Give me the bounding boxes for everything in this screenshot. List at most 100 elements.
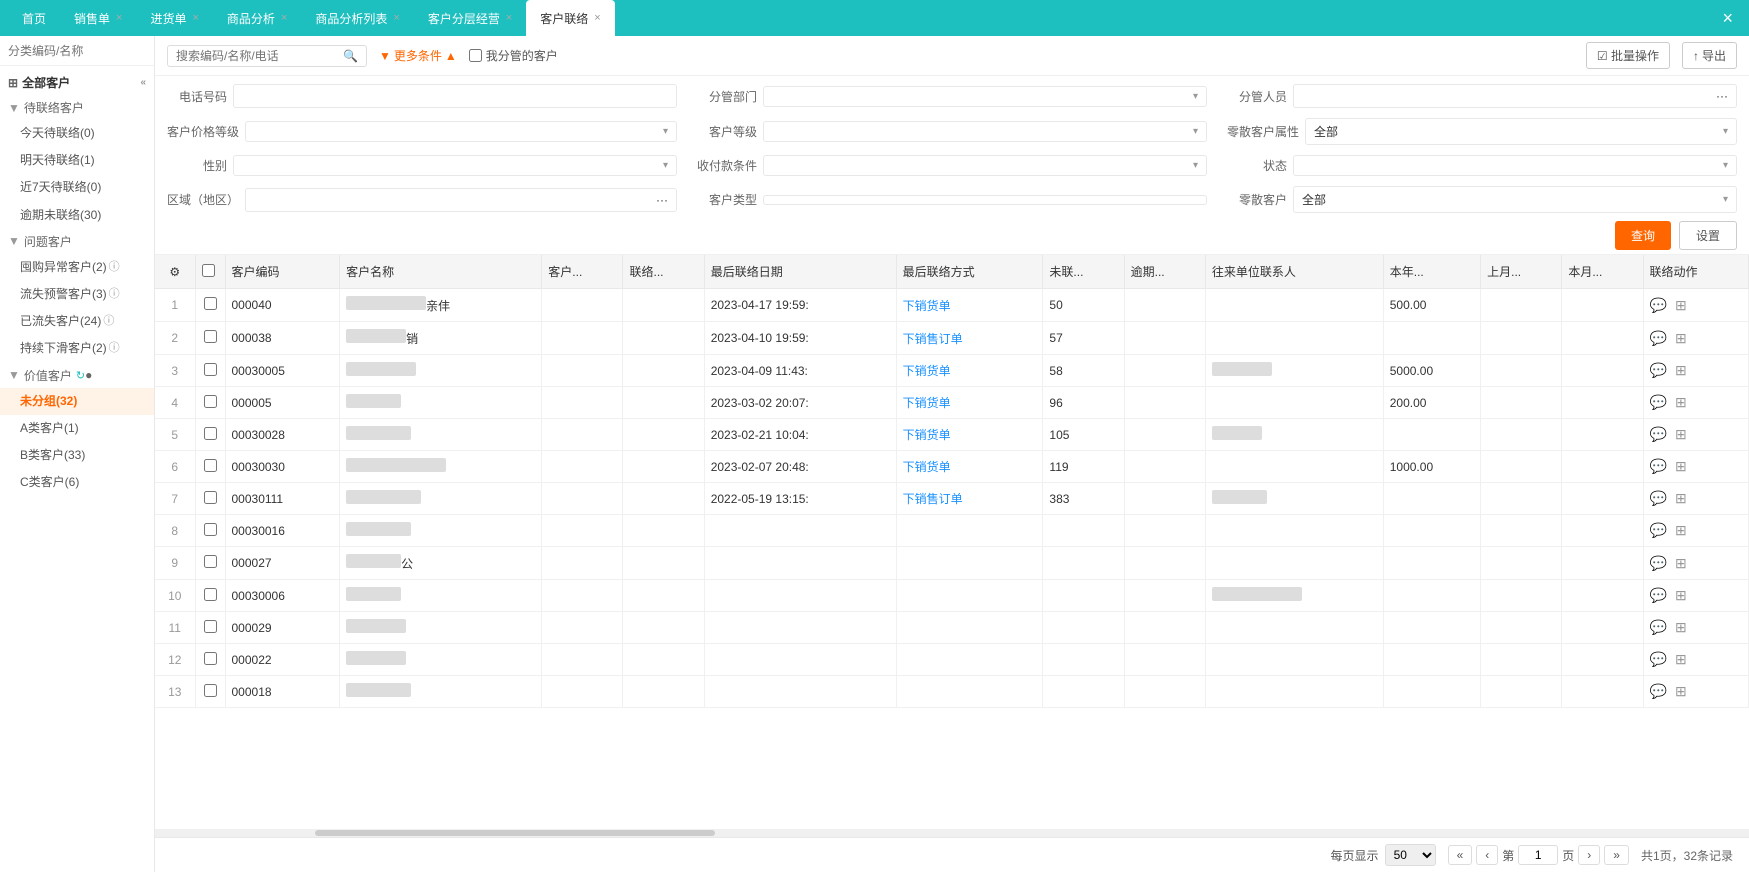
prev-page-button[interactable]: ‹ bbox=[1476, 845, 1498, 865]
chat-icon[interactable]: 💬 bbox=[1650, 683, 1667, 700]
nav-tab-purchase[interactable]: 进货单 × bbox=[136, 0, 212, 36]
sidebar-item-7day-pending[interactable]: 近7天待联络(0) bbox=[0, 174, 154, 201]
grid-action-icon[interactable]: ⊞ bbox=[1675, 458, 1687, 475]
sidebar-item-declining[interactable]: 持续下滑客户(2) ⓘ bbox=[0, 335, 154, 362]
grid-action-icon[interactable]: ⊞ bbox=[1675, 297, 1687, 314]
row-last-method[interactable]: 下销售订单 bbox=[896, 322, 1043, 355]
row-checkbox[interactable] bbox=[195, 419, 225, 451]
nav-tab-customer-segment[interactable]: 客户分层经营 × bbox=[414, 0, 526, 36]
region-select[interactable]: ··· bbox=[245, 188, 677, 212]
row-checkbox[interactable] bbox=[195, 355, 225, 387]
grid-action-icon[interactable]: ⊞ bbox=[1675, 426, 1687, 443]
chat-icon[interactable]: 💬 bbox=[1650, 330, 1667, 347]
sidebar-item-overdue[interactable]: 逾期未联络(30) bbox=[0, 202, 154, 229]
row-checkbox[interactable] bbox=[195, 387, 225, 419]
my-customer-checkbox[interactable] bbox=[469, 49, 482, 62]
select-all-checkbox[interactable] bbox=[202, 264, 215, 277]
sidebar-item-class-b[interactable]: B类客户(33) bbox=[0, 442, 154, 469]
nav-tab-product-list[interactable]: 商品分析列表 × bbox=[301, 0, 413, 36]
gender-select[interactable]: ▾ bbox=[233, 155, 677, 176]
nav-tab-home[interactable]: 首页 bbox=[8, 0, 60, 36]
chat-icon[interactable]: 💬 bbox=[1650, 426, 1667, 443]
sidebar-group-problem[interactable]: ▼ 问题客户 bbox=[0, 229, 154, 254]
row-last-method[interactable]: 下销售订单 bbox=[896, 483, 1043, 515]
chat-icon[interactable]: 💬 bbox=[1650, 587, 1667, 604]
sidebar-item-churned[interactable]: 已流失客户(24) ⓘ bbox=[0, 308, 154, 335]
close-product-analysis-tab[interactable]: × bbox=[281, 12, 287, 24]
row-last-method[interactable]: 下销货单 bbox=[896, 355, 1043, 387]
last-page-button[interactable]: » bbox=[1604, 845, 1629, 865]
batch-ops-button[interactable]: ☑ 批量操作 bbox=[1586, 42, 1670, 69]
phone-filter-input[interactable] bbox=[233, 84, 677, 108]
chat-icon[interactable]: 💬 bbox=[1650, 619, 1667, 636]
filter-more-button[interactable]: ▼ 更多条件 ▲ bbox=[379, 47, 457, 64]
settings-icon[interactable]: ⚙ bbox=[169, 265, 180, 279]
collapse-sidebar-button[interactable]: « bbox=[140, 77, 146, 88]
retail-customer-select[interactable]: 全部 ▾ bbox=[1293, 186, 1737, 213]
declining-info-icon[interactable]: ⓘ bbox=[109, 340, 120, 358]
churn-warning-info-icon[interactable]: ⓘ bbox=[109, 286, 120, 304]
churned-info-icon[interactable]: ⓘ bbox=[103, 313, 114, 331]
all-customers-header[interactable]: ⊞ 全部客户 « bbox=[0, 66, 154, 95]
nav-tab-sales[interactable]: 销售单 × bbox=[60, 0, 136, 36]
row-last-method[interactable]: 下销货单 bbox=[896, 289, 1043, 322]
sidebar-group-value[interactable]: ▼ 价值客户 ↻ ● bbox=[0, 363, 154, 388]
grid-action-icon[interactable]: ⊞ bbox=[1675, 587, 1687, 604]
export-button[interactable]: ↑ 导出 bbox=[1682, 42, 1737, 69]
col-settings[interactable]: ⚙ bbox=[155, 255, 195, 289]
row-checkbox[interactable] bbox=[195, 547, 225, 580]
grid-action-icon[interactable]: ⊞ bbox=[1675, 651, 1687, 668]
row-checkbox[interactable] bbox=[195, 322, 225, 355]
horizontal-scrollbar[interactable] bbox=[155, 829, 1749, 837]
nav-tab-product-analysis[interactable]: 商品分析 × bbox=[213, 0, 301, 36]
row-last-method[interactable]: 下销货单 bbox=[896, 451, 1043, 483]
grid-action-icon[interactable]: ⊞ bbox=[1675, 555, 1687, 572]
page-size-selector[interactable]: 每页显示 50 20 100 bbox=[1331, 844, 1436, 866]
close-purchase-tab[interactable]: × bbox=[192, 12, 198, 24]
sidebar-item-hoarding[interactable]: 囤购异常客户(2) ⓘ bbox=[0, 254, 154, 281]
filter-search-input[interactable] bbox=[176, 49, 343, 63]
price-level-select[interactable]: ▾ bbox=[245, 121, 677, 142]
grid-action-icon[interactable]: ⊞ bbox=[1675, 683, 1687, 700]
chat-icon[interactable]: 💬 bbox=[1650, 394, 1667, 411]
dept-filter-select[interactable]: ▾ bbox=[763, 86, 1207, 107]
grid-action-icon[interactable]: ⊞ bbox=[1675, 522, 1687, 539]
close-customer-segment-tab[interactable]: × bbox=[506, 12, 512, 24]
row-last-method[interactable]: 下销货单 bbox=[896, 387, 1043, 419]
close-product-list-tab[interactable]: × bbox=[393, 12, 399, 24]
hoarding-info-icon[interactable]: ⓘ bbox=[109, 259, 120, 277]
sidebar-item-today-pending[interactable]: 今天待联络(0) bbox=[0, 120, 154, 147]
chat-icon[interactable]: 💬 bbox=[1650, 490, 1667, 507]
grid-action-icon[interactable]: ⊞ bbox=[1675, 362, 1687, 379]
payment-select[interactable]: ▾ bbox=[763, 155, 1207, 176]
chat-icon[interactable]: 💬 bbox=[1650, 555, 1667, 572]
sidebar-item-tomorrow-pending[interactable]: 明天待联络(1) bbox=[0, 147, 154, 174]
window-close-button[interactable]: × bbox=[1714, 8, 1741, 29]
col-checkbox[interactable] bbox=[195, 255, 225, 289]
customer-level-select[interactable]: ▾ bbox=[763, 121, 1207, 142]
filter-search-box[interactable]: 🔍 bbox=[167, 45, 367, 67]
reset-button[interactable]: 设置 bbox=[1679, 221, 1737, 250]
page-number-input[interactable] bbox=[1518, 845, 1558, 865]
page-size-select[interactable]: 50 20 100 bbox=[1385, 844, 1436, 866]
scrollbar-thumb[interactable] bbox=[315, 830, 715, 836]
row-last-method[interactable]: 下销货单 bbox=[896, 419, 1043, 451]
retail-attr-select[interactable]: 全部 ▾ bbox=[1305, 118, 1737, 145]
close-customer-contact-tab[interactable]: × bbox=[594, 12, 600, 24]
person-filter-select[interactable]: ··· bbox=[1293, 84, 1737, 108]
first-page-button[interactable]: « bbox=[1448, 845, 1473, 865]
chat-icon[interactable]: 💬 bbox=[1650, 458, 1667, 475]
grid-action-icon[interactable]: ⊞ bbox=[1675, 619, 1687, 636]
filter-my-customer[interactable]: 我分管的客户 bbox=[469, 47, 558, 64]
nav-tab-customer-contact[interactable]: 客户联络 × bbox=[526, 0, 614, 36]
row-checkbox[interactable] bbox=[195, 289, 225, 322]
row-checkbox[interactable] bbox=[195, 644, 225, 676]
chat-icon[interactable]: 💬 bbox=[1650, 297, 1667, 314]
row-checkbox[interactable] bbox=[195, 451, 225, 483]
row-checkbox[interactable] bbox=[195, 483, 225, 515]
chat-icon[interactable]: 💬 bbox=[1650, 362, 1667, 379]
sidebar-item-churn-warning[interactable]: 流失预警客户(3) ⓘ bbox=[0, 281, 154, 308]
sidebar-search-bar[interactable]: 🔍 bbox=[0, 36, 154, 66]
sidebar-item-class-c[interactable]: C类客户(6) bbox=[0, 469, 154, 496]
value-refresh-icon[interactable]: ↻ bbox=[76, 369, 85, 382]
